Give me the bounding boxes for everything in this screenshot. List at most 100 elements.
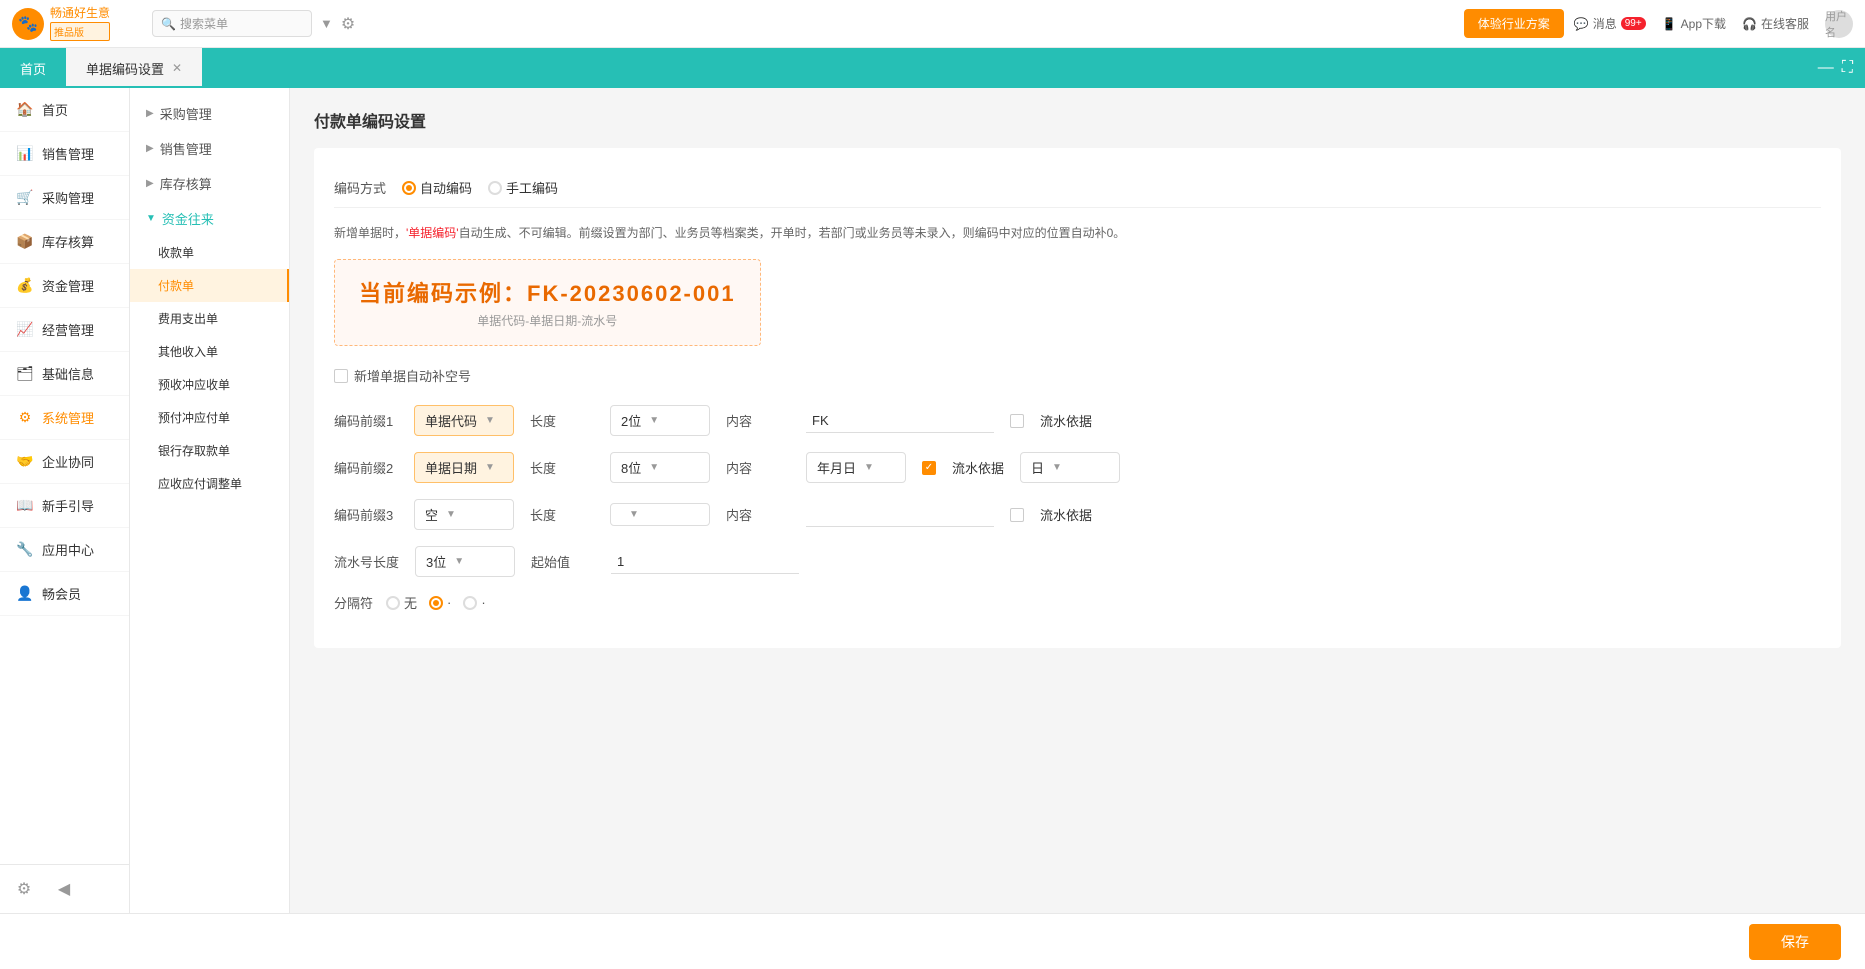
sidebar-item-operations[interactable]: 📈 经营管理 [0, 308, 129, 352]
tree-expense[interactable]: 费用支出单 [130, 302, 289, 335]
tab-home-label: 首页 [20, 59, 46, 78]
sidebar-settings-button[interactable]: ⚙ [8, 873, 40, 905]
sep-none-radio-circle [386, 596, 400, 610]
sep-dot1-radio-circle [429, 596, 443, 610]
tab-close-button[interactable]: ✕ [172, 61, 182, 75]
sidebar-item-member[interactable]: 👤 畅会员 [0, 572, 129, 616]
service-icon: 🎧 [1742, 17, 1757, 31]
tree-bank[interactable]: 银行存取款单 [130, 434, 289, 467]
dropdown-icon[interactable]: ▼ [320, 16, 333, 31]
separator-label: 分隔符 [334, 593, 374, 612]
online-service-button[interactable]: 🎧 在线客服 [1742, 15, 1809, 32]
prefix2-select[interactable]: 单据日期 ▼ [414, 452, 514, 483]
encode-auto-radio[interactable]: 自动编码 [402, 178, 472, 197]
message-label: 消息 [1593, 15, 1617, 32]
app-icon: 📱 [1662, 17, 1677, 31]
tree-chevron-capital: ▼ [146, 213, 156, 224]
content3-input[interactable] [806, 503, 994, 527]
sidebar-bottom: ⚙ ◀ [0, 864, 129, 913]
search-placeholder: 搜索菜单 [180, 15, 228, 32]
collab-icon: 🤝 [16, 453, 34, 471]
industry-solution-button[interactable]: 体验行业方案 [1464, 9, 1564, 38]
sidebar-item-apps-label: 应用中心 [42, 540, 94, 559]
length2-value: 8位 [621, 458, 641, 477]
sidebar-item-guide[interactable]: 📖 新手引导 [0, 484, 129, 528]
sep-dot1-radio[interactable]: · [429, 595, 451, 610]
serial2-period-select[interactable]: 日 ▼ [1020, 452, 1120, 483]
serial-length-select[interactable]: 3位 ▼ [415, 546, 515, 577]
length1-select[interactable]: 2位 ▼ [610, 405, 710, 436]
prefix1-select[interactable]: 单据代码 ▼ [414, 405, 514, 436]
sep-dot2-radio[interactable]: · [463, 595, 485, 610]
prefix3-select[interactable]: 空 ▼ [414, 499, 514, 530]
sidebar-item-collab-label: 企业协同 [42, 452, 94, 471]
length3-select[interactable]: ▼ [610, 503, 710, 526]
search-input[interactable]: 🔍 搜索菜单 [152, 10, 312, 37]
sidebar-item-sales[interactable]: 📊 销售管理 [0, 132, 129, 176]
serial2-period-value: 日 [1031, 458, 1044, 477]
tree-purchase[interactable]: ▶ 采购管理 [130, 96, 289, 131]
sales-icon: 📊 [16, 145, 34, 163]
sidebar-item-purchase[interactable]: 🛒 采购管理 [0, 176, 129, 220]
tree-capital[interactable]: ▼ 资金往来 [130, 201, 289, 236]
sidebar-item-basics[interactable]: 🗂 基础信息 [0, 352, 129, 396]
content2-label: 内容 [726, 458, 790, 477]
avatar[interactable]: 用户名 [1825, 10, 1853, 38]
prefix3-value: 空 [425, 505, 438, 524]
tab-encode-settings[interactable]: 单据编码设置 ✕ [66, 48, 202, 88]
tree-adjustment-label: 应收应付调整单 [158, 475, 242, 492]
sidebar-collapse-button[interactable]: ◀ [48, 873, 80, 905]
tree-payment[interactable]: 付款单 [130, 269, 289, 302]
sidebar-item-apps[interactable]: 🔧 应用中心 [0, 528, 129, 572]
tree-advance-payment[interactable]: 预付冲应付单 [130, 401, 289, 434]
serial3-label: 流水依据 [1040, 505, 1092, 524]
sidebar-item-member-label: 畅会员 [42, 584, 81, 603]
tree-expense-label: 费用支出单 [158, 310, 218, 327]
sep-none-radio[interactable]: 无 [386, 593, 417, 612]
tab-minimize-icon[interactable]: — [1818, 59, 1834, 77]
tree-sales[interactable]: ▶ 销售管理 [130, 131, 289, 166]
tab-encode-label: 单据编码设置 [86, 59, 164, 78]
start-value-input[interactable] [611, 550, 799, 574]
sidebar: 🏠 首页 📊 销售管理 🛒 采购管理 📦 库存核算 💰 资金管理 📈 经营管理 … [0, 88, 130, 913]
content2-select[interactable]: 年月日 ▼ [806, 452, 906, 483]
serial3-checkbox[interactable] [1010, 508, 1024, 522]
serial1-checkbox[interactable] [1010, 414, 1024, 428]
operations-icon: 📈 [16, 321, 34, 339]
sidebar-item-system[interactable]: ⚙ 系统管理 [0, 396, 129, 440]
logo-text: 畅通好生意 [50, 6, 110, 22]
bottom-bar: 保存 [0, 913, 1865, 969]
serial-length-label: 流水号长度 [334, 552, 399, 571]
prefix2-chevron: ▼ [485, 462, 495, 473]
auto-fill-checkbox[interactable] [334, 369, 348, 383]
tree-advance-receipt[interactable]: 预收冲应收单 [130, 368, 289, 401]
tree-other-income[interactable]: 其他收入单 [130, 335, 289, 368]
encode-method-row: 编码方式 自动编码 手工编码 [334, 168, 1821, 208]
tree-inventory-label: 库存核算 [160, 174, 212, 193]
prefix2-row: 编码前缀2 单据日期 ▼ 长度 8位 ▼ 内容 年月日 ▼ ✓ 流水依据 [334, 452, 1821, 483]
tree-advance-payment-label: 预付冲应付单 [158, 409, 230, 426]
search-area: 🔍 搜索菜单 ▼ ⚙ [152, 10, 1454, 37]
encode-method-label: 编码方式 [334, 178, 386, 197]
logo-badge: 推品版 [50, 22, 110, 41]
app-download-button[interactable]: 📱 App下载 [1662, 15, 1726, 32]
settings-icon[interactable]: ⚙ [341, 14, 355, 34]
tree-payment-label: 付款单 [158, 277, 194, 294]
tab-home[interactable]: 首页 [0, 48, 66, 88]
message-button[interactable]: 💬 消息 99+ [1574, 15, 1646, 32]
serial2-checkbox[interactable]: ✓ [922, 461, 936, 475]
tree-adjustment[interactable]: 应收应付调整单 [130, 467, 289, 500]
tab-maximize-icon[interactable]: ⛶ [1842, 59, 1853, 77]
service-label: 在线客服 [1761, 15, 1809, 32]
sidebar-item-inventory[interactable]: 📦 库存核算 [0, 220, 129, 264]
tree-inventory[interactable]: ▶ 库存核算 [130, 166, 289, 201]
encode-manual-radio[interactable]: 手工编码 [488, 178, 558, 197]
content2-chevron: ▼ [864, 462, 874, 473]
save-button[interactable]: 保存 [1749, 924, 1841, 960]
sidebar-item-home[interactable]: 🏠 首页 [0, 88, 129, 132]
content1-input[interactable] [806, 409, 994, 433]
tree-receipt[interactable]: 收款单 [130, 236, 289, 269]
length2-select[interactable]: 8位 ▼ [610, 452, 710, 483]
sidebar-item-collab[interactable]: 🤝 企业协同 [0, 440, 129, 484]
sidebar-item-finance[interactable]: 💰 资金管理 [0, 264, 129, 308]
